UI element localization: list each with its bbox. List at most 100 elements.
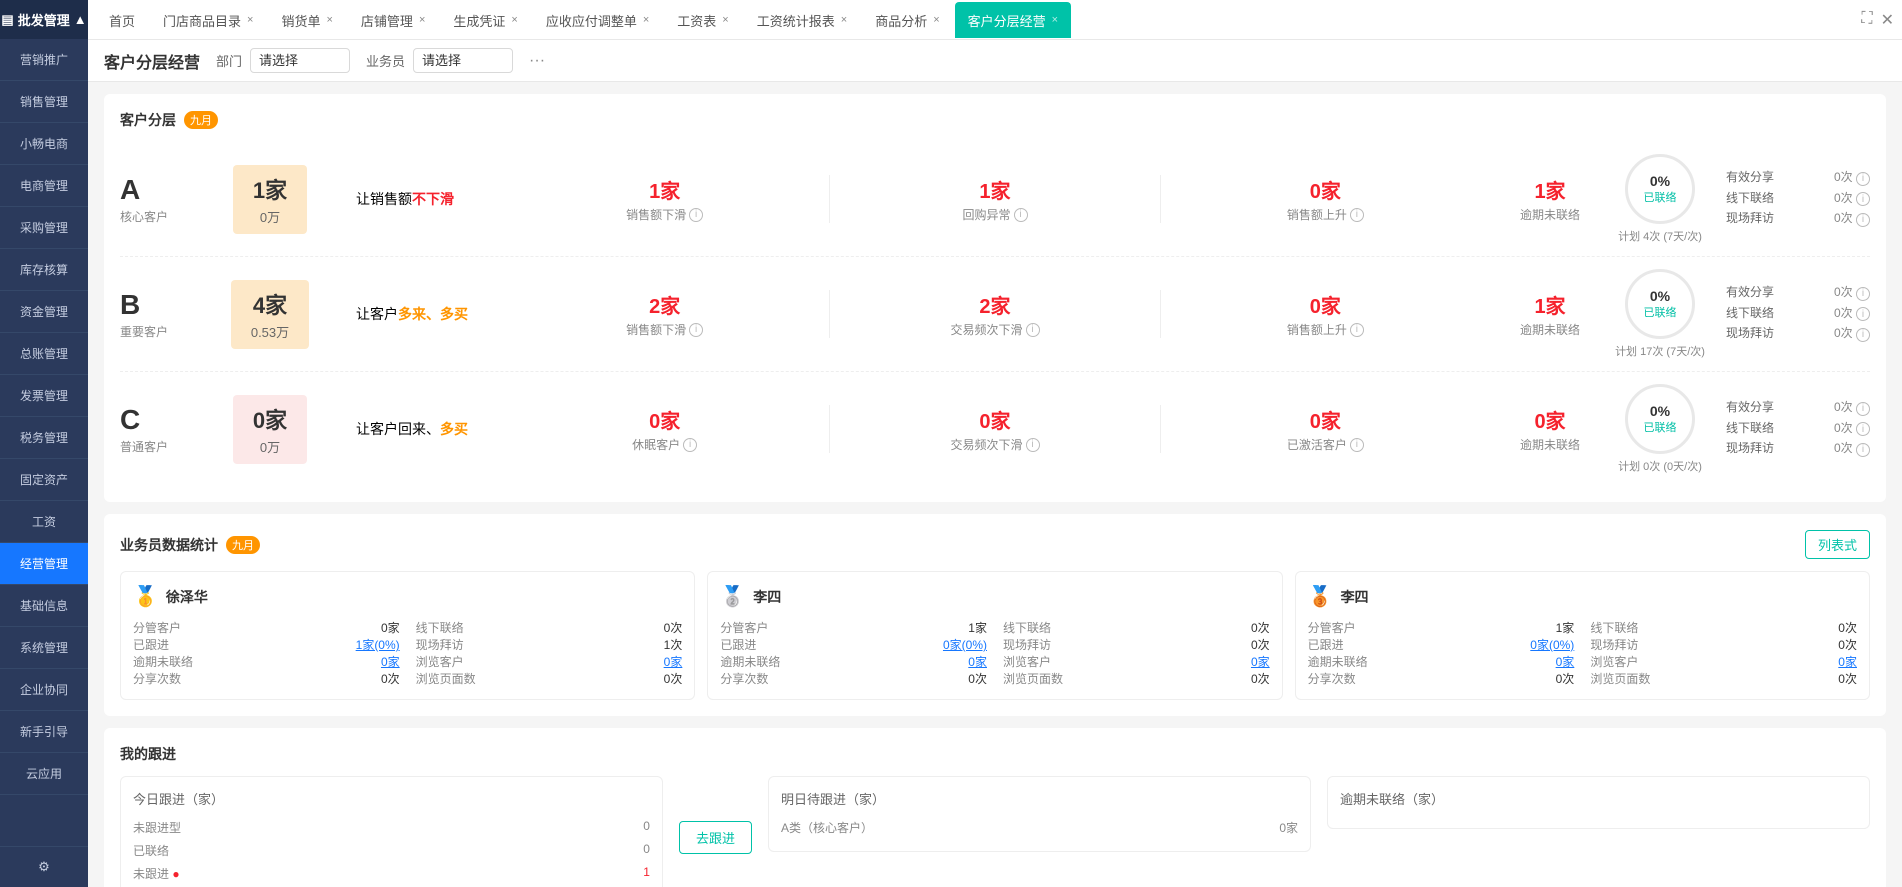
stat-label: 休眠客户 i <box>508 436 821 453</box>
tab-close-icon[interactable]: × <box>1052 14 1058 26</box>
staff-stat-val[interactable]: 0家(0%) <box>1530 636 1574 653</box>
staff-stat-val[interactable]: 0家 <box>381 653 400 670</box>
sidebar-item-库存核算[interactable]: 库存核算 <box>0 249 88 291</box>
right-stat-val: 0次 i <box>1834 398 1870 416</box>
staff-name: 李四 <box>753 587 781 607</box>
staff-select[interactable]: 请选择 <box>413 48 513 73</box>
info-icon[interactable]: i <box>1856 402 1870 416</box>
info-icon[interactable]: i <box>683 438 697 452</box>
tab-close-icon[interactable]: × <box>722 14 728 26</box>
staff-stat-row: 浏览客户 0家 <box>1590 653 1857 670</box>
sidebar-item-小畅电商[interactable]: 小畅电商 <box>0 123 88 165</box>
sidebar-item-资金管理[interactable]: 资金管理 <box>0 291 88 333</box>
tab-店铺管理[interactable]: 店铺管理× <box>348 2 438 38</box>
staff-stat-val[interactable]: 0家 <box>968 653 987 670</box>
tab-close-icon[interactable]: × <box>247 14 253 26</box>
sidebar-item-企业协同[interactable]: 企业协同 <box>0 669 88 711</box>
sidebar-item-营销推广[interactable]: 营销推广 <box>0 39 88 81</box>
sidebar-item-工资[interactable]: 工资 <box>0 501 88 543</box>
tab-商品分析[interactable]: 商品分析× <box>862 2 952 38</box>
sidebar-item-经营管理[interactable]: 经营管理 <box>0 543 88 585</box>
info-icon[interactable]: i <box>1014 208 1028 222</box>
info-icon[interactable]: i <box>1856 307 1870 321</box>
tab-close-icon[interactable]: × <box>841 14 847 26</box>
tab-close-icon[interactable]: × <box>643 14 649 26</box>
staff-stat-row: 现场拜访 0次 <box>1003 636 1270 653</box>
tab-工资统计报表[interactable]: 工资统计报表 × <box>744 2 860 38</box>
sidebar-item-系统管理[interactable]: 系统管理 <box>0 627 88 669</box>
info-icon[interactable]: i <box>1856 422 1870 436</box>
staff-stats-grid: 分管客户 0家已跟进 1家(0%)逾期未联络 0家分享次数 0次线下联络 0次现… <box>133 619 682 687</box>
staff-stat-val[interactable]: 1家(0%) <box>356 636 400 653</box>
sidebar-item-发票管理[interactable]: 发票管理 <box>0 375 88 417</box>
staff-stat-label: 浏览客户 <box>1003 653 1051 670</box>
sidebar-item-固定资产[interactable]: 固定资产 <box>0 459 88 501</box>
customer-section: 客户分层 九月 A核心客户1家0万让销售额不下滑1家 销售额下滑 i1家 回购异… <box>104 94 1886 502</box>
sidebar-item-销售管理[interactable]: 销售管理 <box>0 81 88 123</box>
tier-label-A: A核心客户 <box>120 174 200 225</box>
info-icon[interactable]: i <box>1026 438 1040 452</box>
info-icon[interactable]: i <box>1856 443 1870 457</box>
goto-followup-button[interactable]: 去跟进 <box>679 821 752 854</box>
tab-销货单[interactable]: 销货单× <box>268 2 345 38</box>
list-view-button[interactable]: 列表式 <box>1805 530 1870 559</box>
tab-生成凭证[interactable]: 生成凭证× <box>440 2 530 38</box>
info-icon[interactable]: i <box>1856 172 1870 186</box>
tab-应收应付调整单[interactable]: 应收应付调整单× <box>533 2 662 38</box>
info-icon[interactable]: i <box>1026 323 1040 337</box>
dept-select[interactable]: 请选择 <box>250 48 350 73</box>
staff-stat-val[interactable]: 0家 <box>664 653 683 670</box>
staff-stat-row: 已跟进 0家(0%) <box>720 636 987 653</box>
staff-stat-val[interactable]: 0家 <box>1838 653 1857 670</box>
staff-stat-label: 已跟进 <box>720 636 756 653</box>
more-button[interactable]: ··· <box>529 52 545 70</box>
sidebar-item-电商管理[interactable]: 电商管理 <box>0 165 88 207</box>
staff-stat-val[interactable]: 0家 <box>1556 653 1575 670</box>
staff-stat-val[interactable]: 0家 <box>1251 653 1270 670</box>
sidebar-item-基础信息[interactable]: 基础信息 <box>0 585 88 627</box>
tab-label: 工资统计报表 <box>757 11 835 30</box>
sidebar-item-总账管理[interactable]: 总账管理 <box>0 333 88 375</box>
staff-stat-label: 线下联络 <box>416 619 464 636</box>
tab-close-icon[interactable]: × <box>326 14 332 26</box>
right-stat-label: 现场拜访 <box>1726 439 1774 457</box>
info-icon[interactable]: i <box>1856 192 1870 206</box>
tab-maximize-icon[interactable]: ⛶ <box>1861 10 1872 30</box>
sidebar-top[interactable]: ▤ 批发管理 ▲ <box>0 0 88 39</box>
tab-close-icon[interactable]: × <box>933 14 939 26</box>
tab-工资表[interactable]: 工资表× <box>664 2 741 38</box>
tab-客户分层经营[interactable]: 客户分层经营× <box>955 2 1071 38</box>
stat-item: 2家 销售额下滑 i <box>500 290 830 338</box>
staff-stats-right: 线下联络 0次现场拜访 0次浏览客户 0家浏览页面数 0次 <box>1003 619 1270 687</box>
tab-close-icon[interactable]: × <box>419 14 425 26</box>
tier-count-num: 4家 <box>251 288 289 320</box>
tab-门店商品目录[interactable]: 门店商品目录× <box>150 2 266 38</box>
circle-outer: 0% 已联络 <box>1625 384 1695 454</box>
info-icon[interactable]: i <box>1350 208 1364 222</box>
staff-badge-icon: 🥈 <box>720 584 745 609</box>
info-icon[interactable]: i <box>1350 323 1364 337</box>
staff-stat-val[interactable]: 0家(0%) <box>943 636 987 653</box>
circle-sub: 已联络 <box>1644 304 1677 320</box>
tab-close-all-icon[interactable]: ✕ <box>1881 10 1894 30</box>
tab-首页[interactable]: 首页 <box>96 2 148 38</box>
tier-count-shape: 4家0.53万 <box>231 280 309 349</box>
info-icon[interactable]: i <box>1350 438 1364 452</box>
right-stat-row: 有效分享0次 i <box>1726 398 1870 416</box>
info-icon[interactable]: i <box>1856 328 1870 342</box>
tier-count-shape: 1家0万 <box>233 165 307 234</box>
info-icon[interactable]: i <box>1856 213 1870 227</box>
overdue-num: 1家 <box>1490 175 1610 204</box>
info-icon[interactable]: i <box>1856 287 1870 301</box>
sidebar-item-采购管理[interactable]: 采购管理 <box>0 207 88 249</box>
info-icon[interactable]: i <box>689 323 703 337</box>
right-stat-row: 有效分享0次 i <box>1726 168 1870 186</box>
followup-label-1: 未跟进型 <box>133 819 181 836</box>
sidebar-item-云应用[interactable]: 云应用 <box>0 753 88 795</box>
tab-close-icon[interactable]: × <box>511 14 517 26</box>
sidebar-item-税务管理[interactable]: 税务管理 <box>0 417 88 459</box>
sidebar-settings[interactable]: ⚙ <box>0 846 88 887</box>
info-icon[interactable]: i <box>689 208 703 222</box>
circle-plan: 计划 17次 (7天/次) <box>1615 343 1705 359</box>
sidebar-item-新手引导[interactable]: 新手引导 <box>0 711 88 753</box>
